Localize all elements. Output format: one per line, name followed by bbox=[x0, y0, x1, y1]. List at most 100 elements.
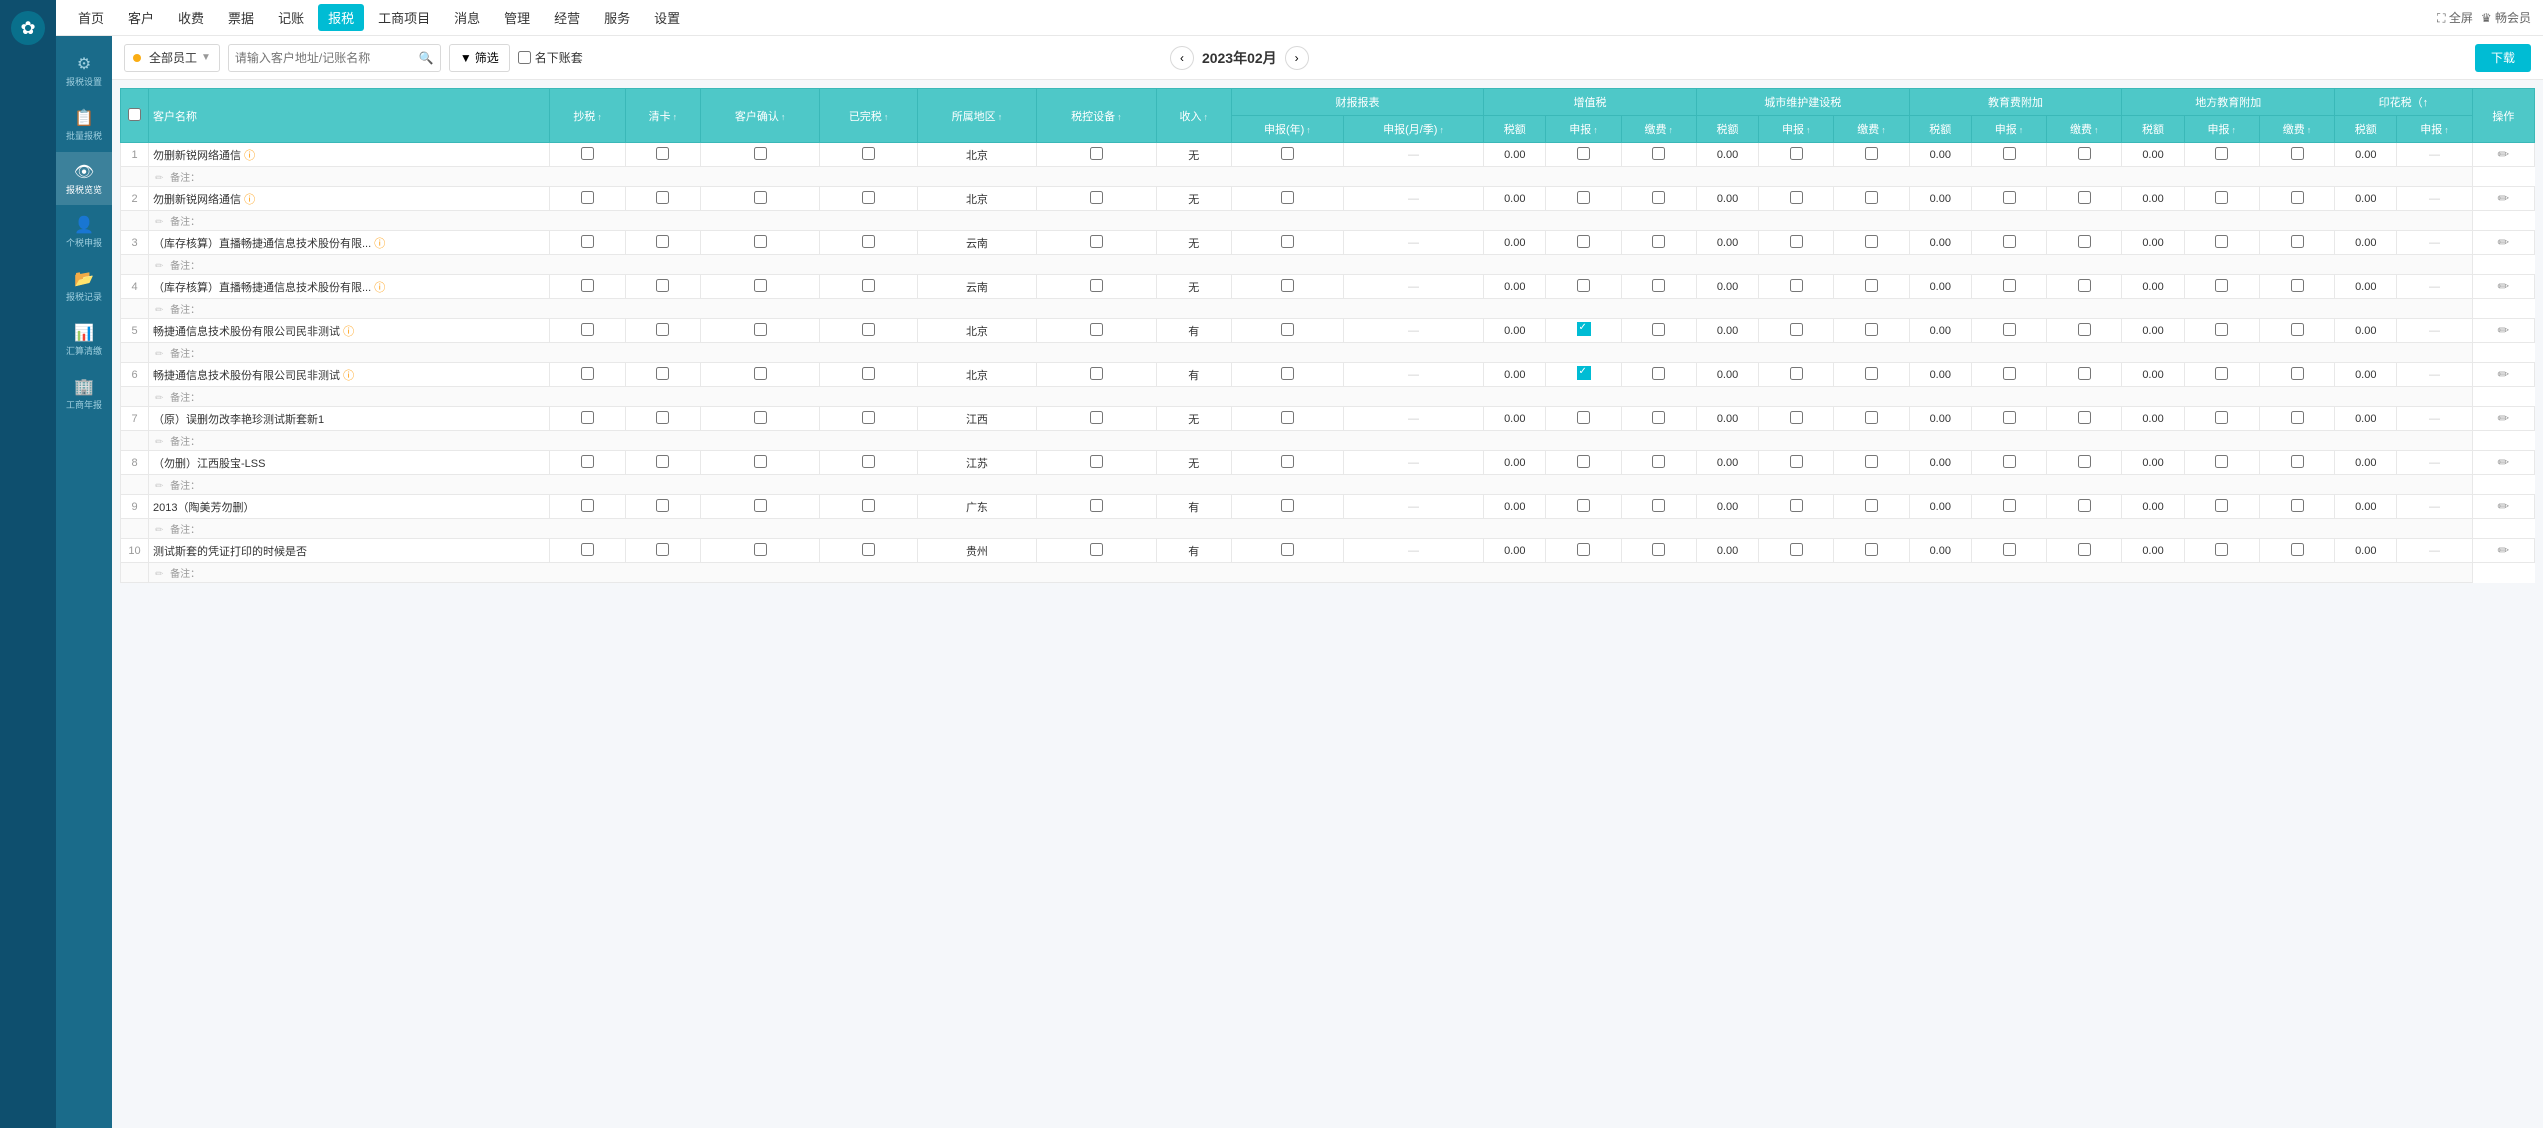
fin-year-checkbox[interactable] bbox=[1281, 191, 1294, 204]
clearcard-checkbox[interactable] bbox=[656, 499, 669, 512]
edit-icon[interactable]: ✏ bbox=[2497, 322, 2509, 338]
fin-year-checkbox[interactable] bbox=[1281, 411, 1294, 424]
city-declare-checkbox[interactable] bbox=[1790, 455, 1803, 468]
taxdevice-checkbox[interactable] bbox=[1090, 543, 1103, 556]
localedu-declare-checkbox[interactable] bbox=[2215, 235, 2228, 248]
city-declare-checkbox[interactable] bbox=[1790, 411, 1803, 424]
edit-icon[interactable]: ✏ bbox=[2497, 278, 2509, 294]
warning-icon[interactable]: ⓘ bbox=[343, 370, 354, 382]
vat-pay-checkbox[interactable] bbox=[1652, 543, 1665, 556]
note-edit-icon[interactable]: ✏ bbox=[155, 569, 163, 580]
confirm-checkbox[interactable] bbox=[754, 543, 767, 556]
edu-pay-checkbox[interactable] bbox=[2078, 455, 2091, 468]
employee-filter[interactable]: 全部员工 ▼ bbox=[124, 44, 220, 72]
filter-button[interactable]: ▼ 筛选 bbox=[449, 44, 510, 72]
edu-declare-checkbox[interactable] bbox=[2003, 279, 2016, 292]
confirm-checkbox[interactable] bbox=[754, 367, 767, 380]
select-all-checkbox[interactable] bbox=[128, 108, 141, 121]
edu-declare-checkbox[interactable] bbox=[2003, 543, 2016, 556]
subordinate-accounts-checkbox[interactable] bbox=[518, 51, 531, 64]
city-pay-checkbox[interactable] bbox=[1865, 235, 1878, 248]
edu-declare-checkbox[interactable] bbox=[2003, 499, 2016, 512]
prev-month-button[interactable]: ‹ bbox=[1170, 46, 1194, 70]
nav-commerce[interactable]: 工商项目 bbox=[368, 4, 440, 31]
edu-pay-checkbox[interactable] bbox=[2078, 235, 2091, 248]
localedu-pay-checkbox[interactable] bbox=[2291, 499, 2304, 512]
clearcard-checkbox[interactable] bbox=[656, 235, 669, 248]
edu-declare-checkbox[interactable] bbox=[2003, 323, 2016, 336]
edit-icon[interactable]: ✏ bbox=[2497, 454, 2509, 470]
edit-icon[interactable]: ✏ bbox=[2497, 410, 2509, 426]
localedu-declare-checkbox[interactable] bbox=[2215, 411, 2228, 424]
localedu-pay-checkbox[interactable] bbox=[2291, 279, 2304, 292]
localedu-declare-checkbox[interactable] bbox=[2215, 499, 2228, 512]
taxrate-checkbox[interactable] bbox=[581, 367, 594, 380]
taxdevice-checkbox[interactable] bbox=[1090, 147, 1103, 160]
localedu-declare-checkbox[interactable] bbox=[2215, 455, 2228, 468]
search-input[interactable] bbox=[235, 51, 415, 65]
clearcard-checkbox[interactable] bbox=[656, 455, 669, 468]
download-button[interactable]: 下载 bbox=[2475, 44, 2531, 72]
city-declare-checkbox[interactable] bbox=[1790, 323, 1803, 336]
clearcard-checkbox[interactable] bbox=[656, 543, 669, 556]
taxrate-checkbox[interactable] bbox=[581, 147, 594, 160]
edu-declare-checkbox[interactable] bbox=[2003, 147, 2016, 160]
localedu-declare-checkbox[interactable] bbox=[2215, 147, 2228, 160]
taxrate-checkbox[interactable] bbox=[581, 279, 594, 292]
edu-pay-checkbox[interactable] bbox=[2078, 323, 2091, 336]
edu-pay-checkbox[interactable] bbox=[2078, 191, 2091, 204]
city-declare-checkbox[interactable] bbox=[1790, 367, 1803, 380]
localedu-pay-checkbox[interactable] bbox=[2291, 543, 2304, 556]
localedu-pay-checkbox[interactable] bbox=[2291, 455, 2304, 468]
panel-annual-settlement[interactable]: 📊 汇算清缴 bbox=[56, 313, 112, 367]
declared-checkbox[interactable] bbox=[862, 455, 875, 468]
edu-pay-checkbox[interactable] bbox=[2078, 367, 2091, 380]
declared-checkbox[interactable] bbox=[862, 543, 875, 556]
warning-icon[interactable]: ⓘ bbox=[374, 238, 385, 250]
edu-declare-checkbox[interactable] bbox=[2003, 235, 2016, 248]
city-pay-checkbox[interactable] bbox=[1865, 411, 1878, 424]
localedu-declare-checkbox[interactable] bbox=[2215, 191, 2228, 204]
city-declare-checkbox[interactable] bbox=[1790, 279, 1803, 292]
taxdevice-checkbox[interactable] bbox=[1090, 191, 1103, 204]
note-edit-icon[interactable]: ✏ bbox=[155, 393, 163, 404]
fin-year-checkbox[interactable] bbox=[1281, 323, 1294, 336]
note-edit-icon[interactable]: ✏ bbox=[155, 173, 163, 184]
vat-pay-checkbox[interactable] bbox=[1652, 499, 1665, 512]
panel-tax-records[interactable]: 📂 报税记录 bbox=[56, 259, 112, 313]
vat-pay-checkbox[interactable] bbox=[1652, 411, 1665, 424]
confirm-checkbox[interactable] bbox=[754, 499, 767, 512]
localedu-pay-checkbox[interactable] bbox=[2291, 411, 2304, 424]
vat-pay-checkbox[interactable] bbox=[1652, 455, 1665, 468]
taxdevice-checkbox[interactable] bbox=[1090, 499, 1103, 512]
fin-year-checkbox[interactable] bbox=[1281, 543, 1294, 556]
nav-home[interactable]: 首页 bbox=[68, 4, 114, 31]
row-checkbox[interactable] bbox=[1577, 543, 1590, 556]
clearcard-checkbox[interactable] bbox=[656, 191, 669, 204]
edu-pay-checkbox[interactable] bbox=[2078, 147, 2091, 160]
taxdevice-checkbox[interactable] bbox=[1090, 323, 1103, 336]
fin-year-checkbox[interactable] bbox=[1281, 279, 1294, 292]
localedu-pay-checkbox[interactable] bbox=[2291, 191, 2304, 204]
declared-checkbox[interactable] bbox=[862, 279, 875, 292]
declared-checkbox[interactable] bbox=[862, 147, 875, 160]
declared-checkbox[interactable] bbox=[862, 191, 875, 204]
warning-icon[interactable]: ⓘ bbox=[244, 194, 255, 206]
note-edit-icon[interactable]: ✏ bbox=[155, 481, 163, 492]
confirm-checkbox[interactable] bbox=[754, 411, 767, 424]
panel-tax-overview[interactable]: 👁 报税览览 bbox=[56, 152, 112, 206]
city-pay-checkbox[interactable] bbox=[1865, 323, 1878, 336]
note-edit-icon[interactable]: ✏ bbox=[155, 217, 163, 228]
taxdevice-checkbox[interactable] bbox=[1090, 279, 1103, 292]
warning-icon[interactable]: ⓘ bbox=[244, 150, 255, 162]
edu-pay-checkbox[interactable] bbox=[2078, 279, 2091, 292]
nav-customer[interactable]: 客户 bbox=[118, 4, 164, 31]
warning-icon[interactable]: ⓘ bbox=[343, 326, 354, 338]
taxdevice-checkbox[interactable] bbox=[1090, 455, 1103, 468]
nav-settings[interactable]: 设置 bbox=[644, 4, 690, 31]
nav-invoice[interactable]: 票据 bbox=[218, 4, 264, 31]
row-checkbox[interactable] bbox=[1577, 455, 1590, 468]
edu-declare-checkbox[interactable] bbox=[2003, 367, 2016, 380]
taxrate-checkbox[interactable] bbox=[581, 323, 594, 336]
row-checkbox[interactable] bbox=[1577, 191, 1590, 204]
